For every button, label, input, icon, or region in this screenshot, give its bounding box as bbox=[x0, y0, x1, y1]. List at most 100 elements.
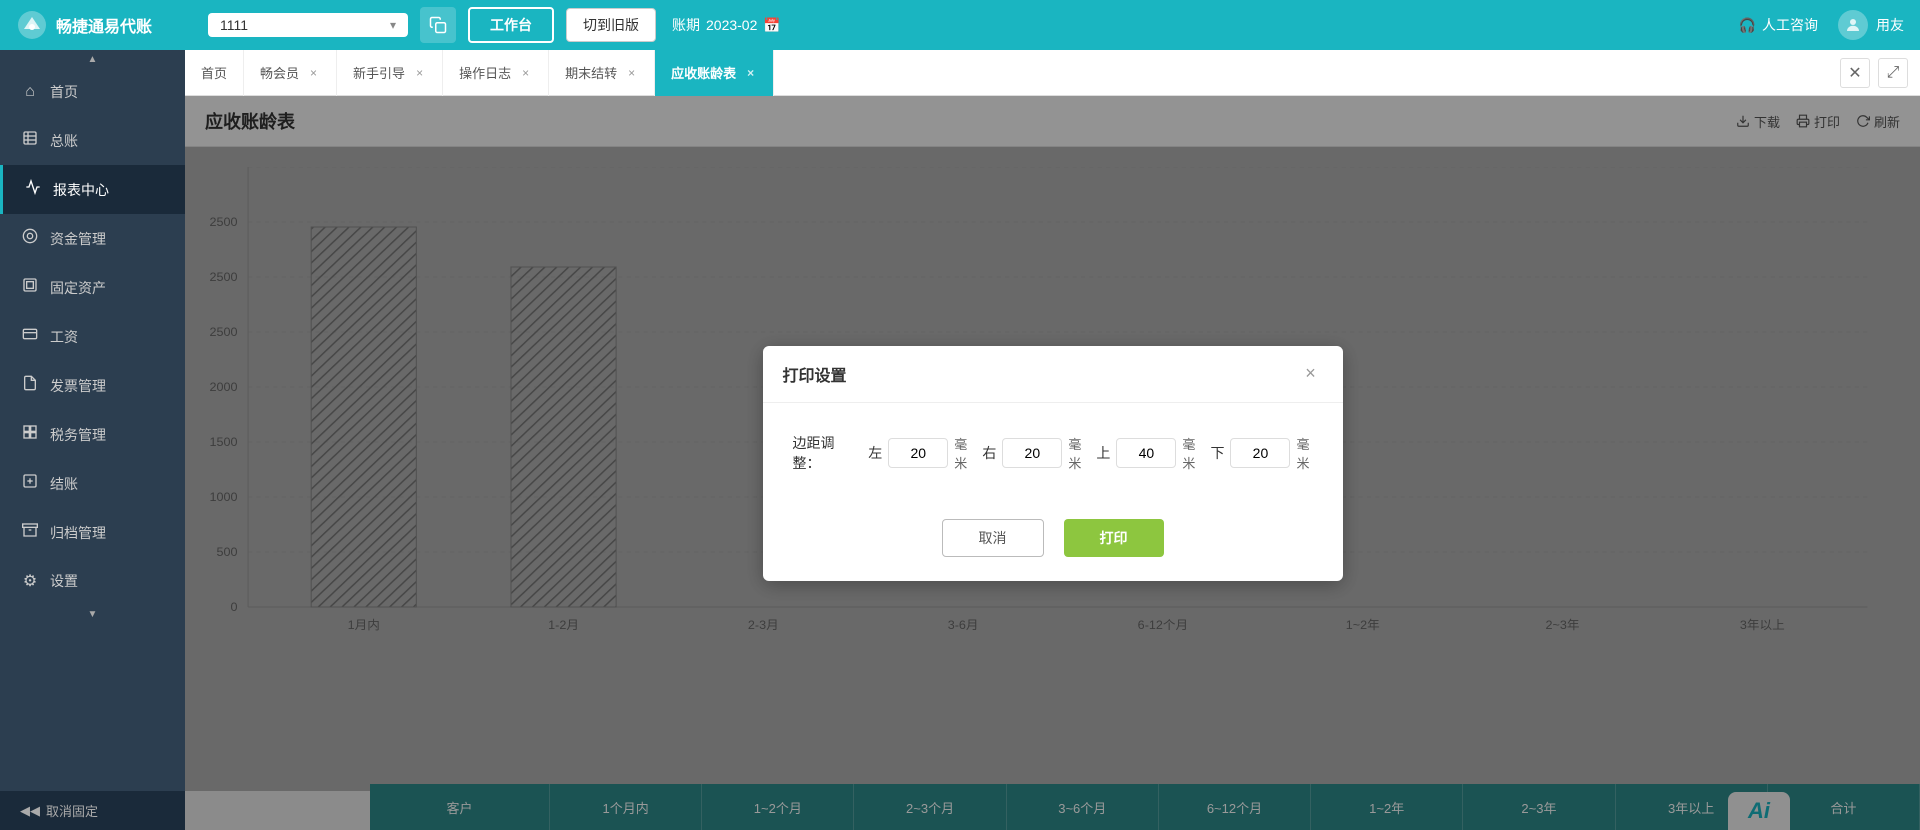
sidebar-item-closing[interactable]: 结账 bbox=[0, 459, 185, 508]
tab-guide-label: 新手引导 bbox=[353, 63, 405, 82]
logo-text: 畅捷通易代账 bbox=[56, 13, 152, 37]
margin-right-group: 右 毫米 bbox=[982, 434, 1084, 472]
period-value: 2023-02 bbox=[706, 17, 757, 33]
sidebar-item-tax[interactable]: 税务管理 bbox=[0, 410, 185, 459]
archive-icon bbox=[20, 522, 40, 543]
assets-icon bbox=[20, 277, 40, 298]
modal-close-button[interactable]: × bbox=[1299, 362, 1323, 386]
sidebar-pin-toggle[interactable]: ◀◀ 取消固定 bbox=[0, 791, 185, 830]
sidebar-item-settings[interactable]: ⚙ 设置 bbox=[0, 557, 185, 605]
sidebar-item-label: 总账 bbox=[50, 131, 78, 151]
headset-icon: 🎧 bbox=[1739, 17, 1756, 34]
close-all-tabs-button[interactable]: ✕ bbox=[1840, 58, 1870, 88]
sidebar-item-archive[interactable]: 归档管理 bbox=[0, 508, 185, 557]
sidebar-item-funds[interactable]: 资金管理 bbox=[0, 214, 185, 263]
sidebar-item-assets[interactable]: 固定资产 bbox=[0, 263, 185, 312]
left-unit-label: 毫米 bbox=[954, 434, 970, 472]
margin-right-input[interactable] bbox=[1002, 438, 1062, 468]
sidebar-item-label: 工资 bbox=[50, 327, 78, 347]
modal-body: 边距调整： 左 毫米 右 毫米 bbox=[763, 403, 1343, 503]
avatar bbox=[1838, 10, 1868, 40]
sidebar-item-home[interactable]: ⌂ 首页 bbox=[0, 68, 185, 116]
user-area[interactable]: 用友 bbox=[1838, 10, 1904, 40]
sidebar-bottom-label: 取消固定 bbox=[46, 801, 98, 820]
sidebar-item-invoice[interactable]: 发票管理 bbox=[0, 361, 185, 410]
margin-adjust-label: 边距调整： bbox=[793, 433, 857, 473]
sidebar-scroll-down[interactable]: ▼ bbox=[0, 605, 185, 623]
right-direction-label: 右 bbox=[982, 443, 996, 463]
sidebar-item-payroll[interactable]: 工资 bbox=[0, 312, 185, 361]
tabs-right: ✕ ⤢ bbox=[1840, 58, 1920, 88]
tab-member[interactable]: 畅会员 × bbox=[244, 50, 337, 96]
dropdown-arrow-icon: ▾ bbox=[390, 18, 396, 32]
sidebar-item-reports[interactable]: 报表中心 bbox=[0, 165, 185, 214]
tab-member-close[interactable]: × bbox=[307, 65, 320, 81]
margin-left-group: 左 毫米 bbox=[868, 434, 970, 472]
closing-icon bbox=[20, 473, 40, 494]
pin-icon: ◀◀ bbox=[20, 803, 40, 819]
tab-log-close[interactable]: × bbox=[519, 65, 532, 81]
copy-button[interactable] bbox=[420, 7, 456, 43]
sidebar-item-label: 报表中心 bbox=[53, 180, 109, 200]
workbench-button[interactable]: 工作台 bbox=[468, 7, 554, 43]
copy-icon bbox=[429, 16, 447, 34]
tab-aging-label: 应收账龄表 bbox=[671, 63, 736, 82]
sidebar-item-label: 首页 bbox=[50, 82, 78, 102]
user-icon bbox=[1844, 16, 1862, 34]
invoice-icon bbox=[20, 375, 40, 396]
tab-home-label: 首页 bbox=[201, 63, 227, 82]
period-prefix: 账期 bbox=[672, 15, 700, 35]
margin-bottom-group: 下 毫米 bbox=[1210, 434, 1312, 472]
sidebar-item-ledger[interactable]: 总账 bbox=[0, 116, 185, 165]
ledger-icon bbox=[20, 130, 40, 151]
tab-member-label: 畅会员 bbox=[260, 63, 299, 82]
tab-aging-close[interactable]: × bbox=[744, 65, 757, 81]
margin-row: 边距调整： 左 毫米 右 毫米 bbox=[793, 433, 1313, 473]
reports-icon bbox=[23, 179, 43, 200]
tab-guide[interactable]: 新手引导 × bbox=[337, 50, 443, 96]
margin-top-group: 上 毫米 bbox=[1096, 434, 1198, 472]
switch-version-button[interactable]: 切到旧版 bbox=[566, 8, 656, 42]
company-selector[interactable]: 1111 ▾ bbox=[208, 13, 408, 37]
modal-header: 打印设置 × bbox=[763, 346, 1343, 403]
sidebar-scroll-up[interactable]: ▲ bbox=[0, 50, 185, 68]
user-label: 用友 bbox=[1876, 15, 1904, 35]
maximize-tab-button[interactable]: ⤢ bbox=[1878, 58, 1908, 88]
header-right: 🎧 人工咨询 用友 bbox=[1739, 10, 1904, 40]
tab-home[interactable]: 首页 bbox=[185, 50, 244, 96]
bottom-direction-label: 下 bbox=[1210, 443, 1224, 463]
sidebar-item-label: 发票管理 bbox=[50, 376, 106, 396]
confirm-print-button[interactable]: 打印 bbox=[1064, 519, 1164, 557]
home-icon: ⌂ bbox=[20, 83, 40, 101]
support-label: 人工咨询 bbox=[1762, 15, 1818, 35]
logo-icon bbox=[16, 9, 48, 41]
print-settings-modal: 打印设置 × 边距调整： 左 毫米 右 bbox=[763, 346, 1343, 581]
modal-title: 打印设置 bbox=[783, 362, 847, 386]
sidebar-item-label: 税务管理 bbox=[50, 425, 106, 445]
sidebar-item-label: 归档管理 bbox=[50, 523, 106, 543]
tab-period-end[interactable]: 期末结转 × bbox=[549, 50, 655, 96]
sidebar-item-label: 结账 bbox=[50, 474, 78, 494]
content-area: 首页 畅会员 × 新手引导 × 操作日志 × 期末结转 × 应收账龄表 × bbox=[185, 50, 1920, 830]
margin-left-input[interactable] bbox=[888, 438, 948, 468]
calendar-icon[interactable]: 📅 bbox=[763, 17, 780, 34]
tax-icon bbox=[20, 424, 40, 445]
tab-period-end-label: 期末结转 bbox=[565, 63, 617, 82]
tab-aging[interactable]: 应收账龄表 × bbox=[655, 50, 774, 96]
tab-period-end-close[interactable]: × bbox=[625, 65, 638, 81]
modal-overlay: 打印设置 × 边距调整： 左 毫米 右 bbox=[185, 96, 1920, 830]
margin-top-input[interactable] bbox=[1116, 438, 1176, 468]
margin-bottom-input[interactable] bbox=[1230, 438, 1290, 468]
company-name: 1111 bbox=[220, 17, 382, 33]
sidebar-item-label: 设置 bbox=[50, 571, 78, 591]
tab-guide-close[interactable]: × bbox=[413, 65, 426, 81]
tabs-bar: 首页 畅会员 × 新手引导 × 操作日志 × 期末结转 × 应收账龄表 × bbox=[185, 50, 1920, 96]
cancel-button[interactable]: 取消 bbox=[942, 519, 1044, 557]
support-area[interactable]: 🎧 人工咨询 bbox=[1739, 15, 1818, 35]
tab-log[interactable]: 操作日志 × bbox=[443, 50, 549, 96]
left-direction-label: 左 bbox=[868, 443, 882, 463]
top-unit-label: 毫米 bbox=[1182, 434, 1198, 472]
sidebar: ▲ ⌂ 首页 总账 报表中心 资金管理 固定资产 bbox=[0, 50, 185, 830]
settings-icon: ⚙ bbox=[20, 571, 40, 591]
sidebar-item-label: 固定资产 bbox=[50, 278, 106, 298]
